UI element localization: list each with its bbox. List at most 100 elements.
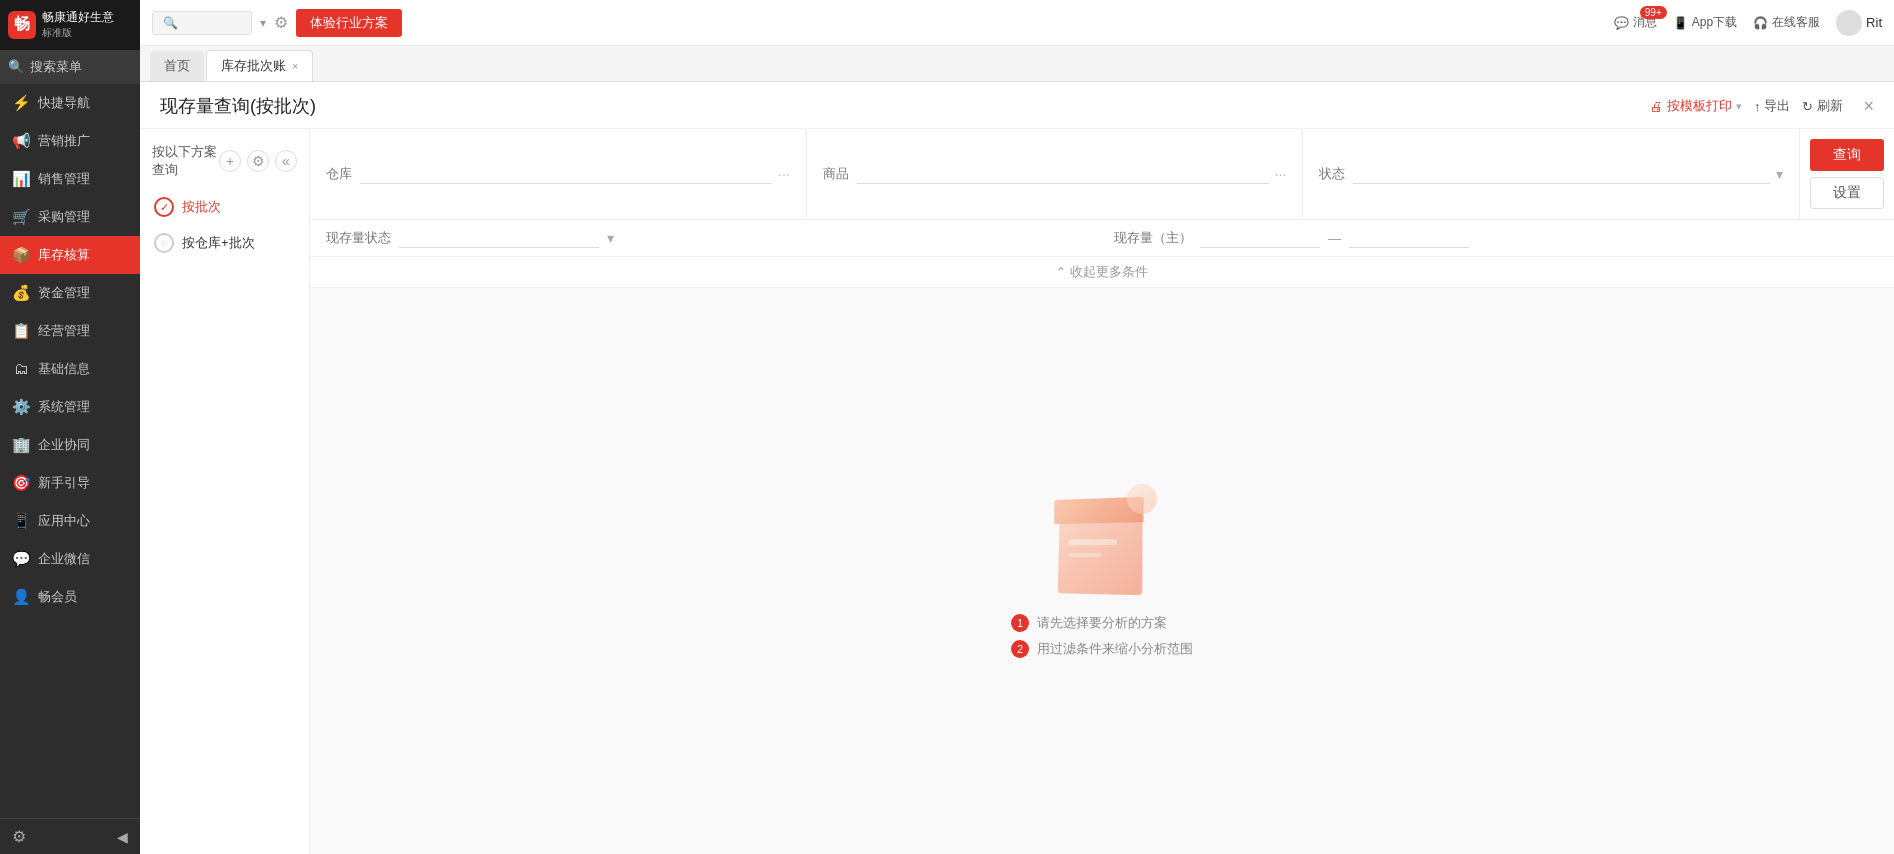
sidebar-item-app-center[interactable]: 📱 应用中心 [0,502,140,540]
status-label: 状态 [1319,165,1347,183]
warehouse-input[interactable] [360,164,772,184]
sidebar-item-quick-nav[interactable]: ⚡ 快捷导航 [0,84,140,122]
operation-icon: 📋 [12,322,30,340]
empty-hint-2: 2 用过滤条件来缩小分析范围 [1011,640,1193,658]
filter-settings-button[interactable]: 设置 [1810,177,1884,209]
sidebar-item-sales[interactable]: 📊 销售管理 [0,160,140,198]
sidebar-item-label: 资金管理 [38,284,90,302]
sidebar-item-label: 快捷导航 [38,94,90,112]
warehouse-label: 仓库 [326,165,354,183]
sidebar-item-system[interactable]: ⚙️ 系统管理 [0,388,140,426]
sidebar-item-member[interactable]: 👤 畅会员 [0,578,140,616]
plan-by-batch-label: 按批次 [182,198,221,216]
sidebar-header: 畅 畅康通好生意 标准版 [0,0,140,50]
action-buttons: 查询 设置 [1800,129,1894,219]
sidebar-settings-icon[interactable]: ⚙ [12,827,26,846]
hint-1-text: 请先选择要分析的方案 [1037,614,1167,632]
plan-settings-button[interactable]: ⚙ [247,150,269,172]
sidebar-item-inventory[interactable]: 📦 库存核算 [0,236,140,274]
collapse-label: 收起更多条件 [1070,263,1148,281]
topbar-right: 💬 消息 99+ 📱 App下载 🎧 在线客服 Rit [1614,10,1882,36]
collapse-button[interactable]: ⌃ 收起更多条件 [310,257,1894,288]
tab-batch-label: 库存批次账 [221,57,286,75]
inv-main-to[interactable] [1349,228,1469,248]
sidebar-collapse-icon[interactable]: ◀ [117,829,128,845]
app-download-button[interactable]: 📱 App下载 [1673,14,1737,31]
refresh-button[interactable]: ↻ 刷新 [1802,97,1843,115]
system-icon: ⚙️ [12,398,30,416]
sidebar-item-label: 采购管理 [38,208,90,226]
goods-input[interactable] [857,164,1269,184]
sidebar-item-finance[interactable]: 💰 资金管理 [0,274,140,312]
company-name: 畅康通好生意 [42,10,114,26]
sidebar-item-label: 新手引导 [38,474,90,492]
sidebar-item-label: 库存核算 [38,246,90,264]
sidebar-item-label: 营销推广 [38,132,90,150]
export-label: 导出 [1764,97,1790,115]
panel-collapse-button[interactable]: « [275,150,297,172]
sidebar-item-wechat[interactable]: 💬 企业微信 [0,540,140,578]
sidebar-item-label: 经营管理 [38,322,90,340]
sidebar-item-basic[interactable]: 🗂 基础信息 [0,350,140,388]
topbar: 🔍 ▾ ⚙ 体验行业方案 💬 消息 99+ 📱 App下载 🎧 在线客服 Rit [140,0,1894,46]
hint-2-number: 2 [1011,640,1029,658]
main-area: 🔍 ▾ ⚙ 体验行业方案 💬 消息 99+ 📱 App下载 🎧 在线客服 Rit [140,0,1894,854]
empty-hint-1: 1 请先选择要分析的方案 [1011,614,1193,632]
finance-icon: 💰 [12,284,30,302]
refresh-label: 刷新 [1817,97,1843,115]
tab-home[interactable]: 首页 [150,51,204,81]
hint-2-text: 用过滤条件来缩小分析范围 [1037,640,1193,658]
sidebar-item-label: 应用中心 [38,512,90,530]
search-label: 搜索菜单 [30,58,82,76]
printer-icon: 🖨 [1650,99,1663,114]
sidebar-item-label: 企业微信 [38,550,90,568]
sales-icon: 📊 [12,170,30,188]
trial-button[interactable]: 体验行业方案 [296,9,402,37]
message-button[interactable]: 💬 消息 99+ [1614,14,1657,31]
tab-close-icon[interactable]: × [292,60,298,72]
member-icon: 👤 [12,588,30,606]
template-print-chevron: ▾ [1736,100,1742,113]
plan-by-warehouse-icon: ○ [154,233,174,253]
goods-more-icon[interactable]: ··· [1275,166,1287,182]
plan-item-by-warehouse-batch[interactable]: ○ 按仓库+批次 [140,225,309,261]
sidebar-item-operation[interactable]: 📋 经营管理 [0,312,140,350]
sidebar-item-guide[interactable]: 🎯 新手引导 [0,464,140,502]
plan-item-by-batch[interactable]: ✓ 按批次 [140,189,309,225]
page-close-button[interactable]: × [1863,96,1874,117]
tab-batch-account[interactable]: 库存批次账 × [206,50,313,81]
query-button[interactable]: 查询 [1810,139,1884,171]
user-profile[interactable]: Rit [1836,10,1882,36]
content-area: 现存量查询(按批次) 🖨 按模板打印 ▾ ↑ 导出 ↻ 刷新 × [140,82,1894,854]
template-print-label: 按模板打印 [1667,97,1732,115]
export-icon: ↑ [1754,99,1761,114]
purchase-icon: 🛒 [12,208,30,226]
status-chevron[interactable]: ▾ [1776,166,1783,182]
app-logo: 畅 [8,11,36,39]
sidebar-item-label: 系统管理 [38,398,90,416]
export-button[interactable]: ↑ 导出 [1754,97,1791,115]
sidebar-item-purchase[interactable]: 🛒 采购管理 [0,198,140,236]
empty-hints: 1 请先选择要分析的方案 2 用过滤条件来缩小分析范围 [1011,614,1193,658]
sidebar-search[interactable]: 🔍 搜索菜单 [0,50,140,84]
template-print-button[interactable]: 🖨 按模板打印 ▾ [1650,97,1742,115]
panel-actions: + ⚙ « [219,150,297,172]
inv-status-input[interactable] [399,228,599,248]
plan-by-warehouse-label: 按仓库+批次 [182,234,255,252]
online-service-button[interactable]: 🎧 在线客服 [1753,14,1820,31]
topbar-search-box[interactable]: 🔍 [152,11,252,35]
topbar-chevron-icon[interactable]: ▾ [260,16,266,30]
inv-main-dash: — [1328,231,1341,246]
status-input[interactable] [1353,164,1770,184]
add-plan-button[interactable]: + [219,150,241,172]
sidebar-item-enterprise[interactable]: 🏢 企业协同 [0,426,140,464]
app-download-label: App下载 [1692,14,1737,31]
inv-main-from[interactable] [1200,228,1320,248]
inv-status-chevron[interactable]: ▾ [607,230,614,246]
inv-status-label: 现存量状态 [326,229,391,247]
topbar-gear-icon[interactable]: ⚙ [274,13,288,32]
quick-nav-icon: ⚡ [12,94,30,112]
warehouse-more-icon[interactable]: ··· [778,166,790,182]
refresh-icon: ↻ [1802,99,1813,114]
sidebar-item-marketing[interactable]: 📢 营销推广 [0,122,140,160]
